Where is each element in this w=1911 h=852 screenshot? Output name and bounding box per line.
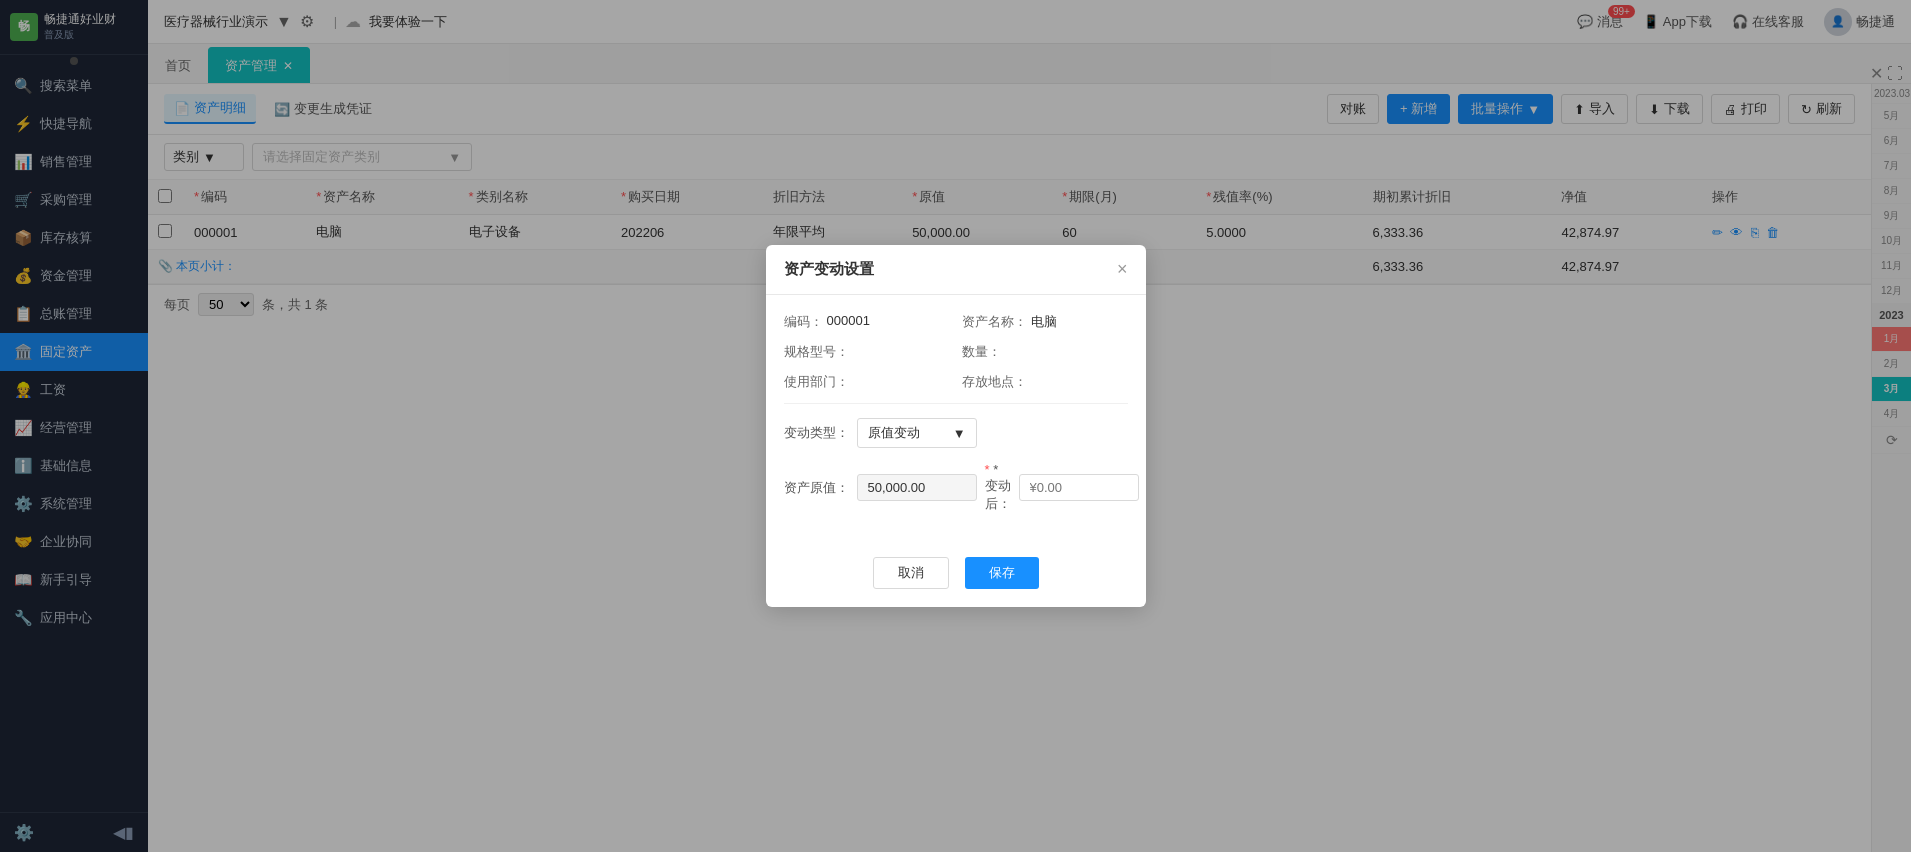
modal-spec-field: 规格型号：: [784, 343, 950, 361]
modal-row-3: 使用部门： 存放地点：: [784, 373, 1128, 391]
modal-code-field: 编码： 000001: [784, 313, 950, 331]
modal-code-label: 编码：: [784, 313, 823, 331]
modal-original-value-input: 50,000.00: [857, 474, 977, 501]
modal-original-value-label: 资产原值：: [784, 479, 849, 497]
modal-quantity-field: 数量：: [962, 343, 1128, 361]
modal-quantity-label: 数量：: [962, 343, 1001, 361]
modal-asset-name-label: 资产名称：: [962, 313, 1027, 331]
modal-change-type-select[interactable]: 原值变动 ▼: [857, 418, 977, 448]
select-dropdown-icon: ▼: [953, 426, 966, 441]
modal-asset-name-field: 资产名称： 电脑: [962, 313, 1128, 331]
modal-location-label: 存放地点：: [962, 373, 1027, 391]
modal-row-2: 规格型号： 数量：: [784, 343, 1128, 361]
modal-after-change-label: * * 变动后：: [985, 462, 1011, 513]
modal-change-type-row: 变动类型： 原值变动 ▼: [784, 418, 1128, 448]
modal-spec-label: 规格型号：: [784, 343, 849, 361]
modal-footer: 取消 保存: [766, 545, 1146, 607]
modal-overlay: 资产变动设置 × 编码： 000001 资产名称： 电脑 规格型号：: [0, 0, 1911, 852]
modal-dept-label: 使用部门：: [784, 373, 849, 391]
modal-body: 编码： 000001 资产名称： 电脑 规格型号： 数量：: [766, 295, 1146, 545]
modal-change-type-label: 变动类型：: [784, 424, 849, 442]
modal-close-icon[interactable]: ×: [1117, 259, 1128, 280]
save-button[interactable]: 保存: [965, 557, 1039, 589]
modal-location-field: 存放地点：: [962, 373, 1128, 391]
modal-divider: [784, 403, 1128, 404]
modal-code-value: 000001: [827, 313, 870, 331]
modal-asset-name-value: 电脑: [1031, 313, 1057, 331]
modal-change-type-value: 原值变动: [868, 424, 920, 442]
modal-row-1: 编码： 000001 资产名称： 电脑: [784, 313, 1128, 331]
modal-dept-field: 使用部门：: [784, 373, 950, 391]
cancel-button[interactable]: 取消: [873, 557, 949, 589]
modal-header: 资产变动设置 ×: [766, 245, 1146, 295]
modal-after-change-input[interactable]: [1019, 474, 1139, 501]
modal-title: 资产变动设置: [784, 260, 874, 279]
asset-change-modal: 资产变动设置 × 编码： 000001 资产名称： 电脑 规格型号：: [766, 245, 1146, 607]
modal-value-row: 资产原值： 50,000.00 * * 变动后：: [784, 462, 1128, 513]
